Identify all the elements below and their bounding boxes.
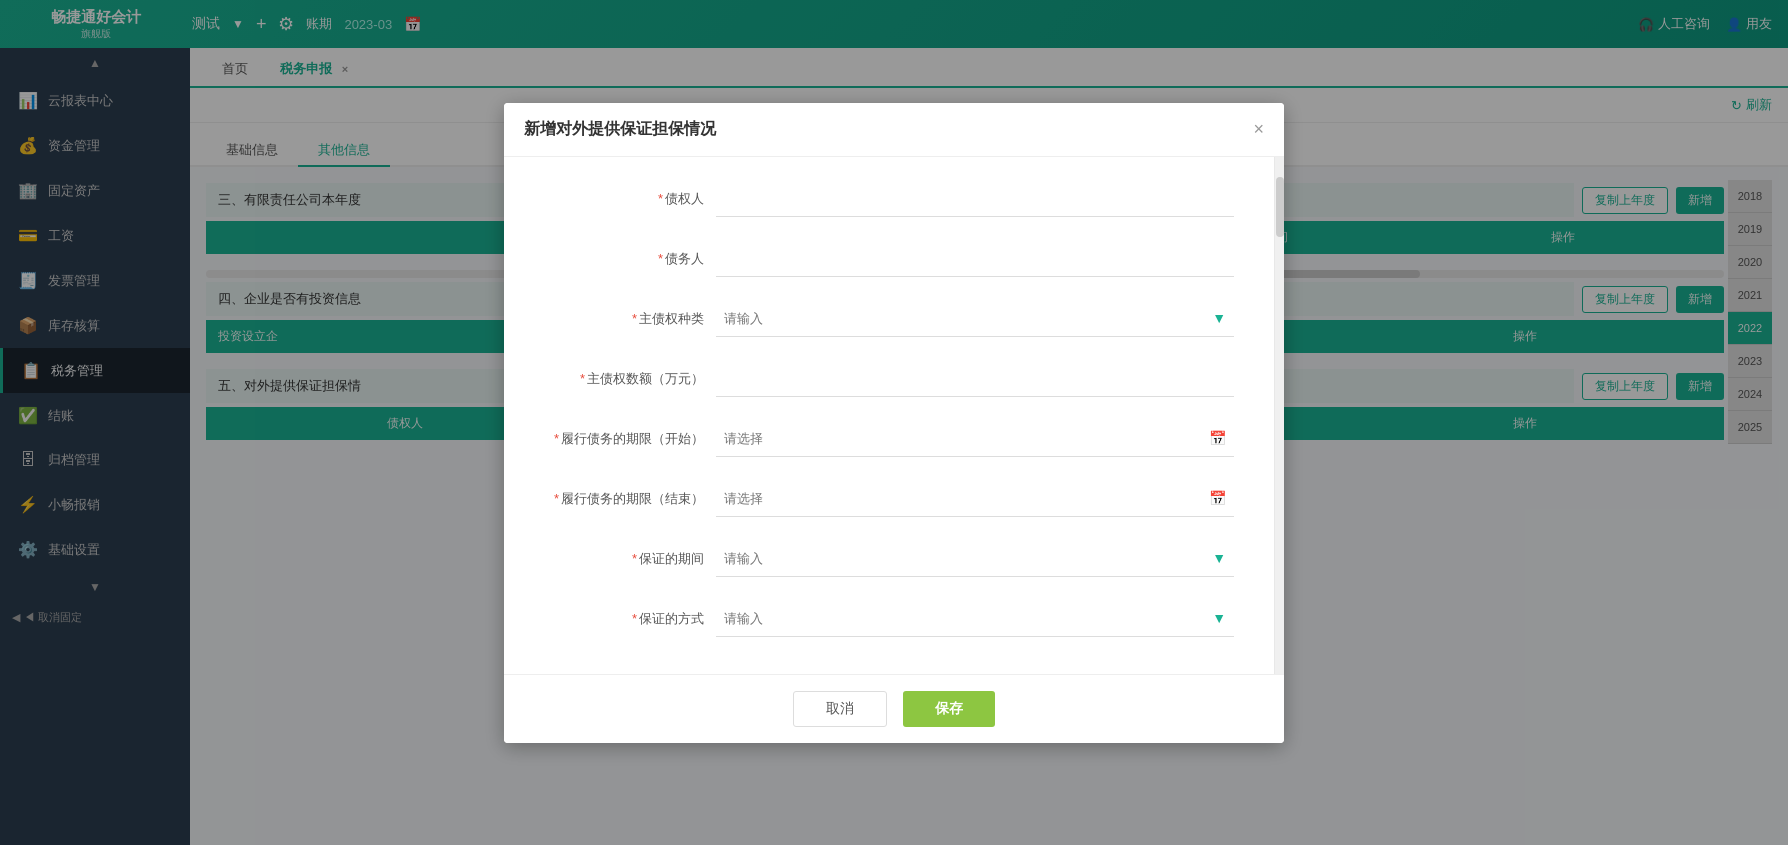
period-start-date[interactable]: 📅 [716,421,1234,457]
modal: 新增对外提供保证担保情况 × *债权人 *债务人 [504,103,1284,743]
modal-scroll-track[interactable] [1274,157,1284,674]
debt-type-input[interactable] [716,307,1212,330]
form-row-guarantee-method: *保证的方式 ▼ [544,601,1234,637]
debt-type-label: *主债权种类 [544,310,704,328]
debt-amount-input[interactable] [716,361,1234,397]
period-end-date[interactable]: 📅 [716,481,1234,517]
modal-close-button[interactable]: × [1253,120,1264,138]
period-end-input[interactable] [716,487,1209,510]
modal-body: *债权人 *债务人 *主债权种类 [504,157,1274,674]
period-end-label: *履行债务的期限（结束） [544,490,704,508]
guarantee-period-select[interactable]: ▼ [716,541,1234,577]
form-row-guarantee-period: *保证的期间 ▼ [544,541,1234,577]
form-row-debt-type: *主债权种类 ▼ [544,301,1234,337]
cancel-button[interactable]: 取消 [793,691,887,727]
period-end-calendar-icon[interactable]: 📅 [1209,490,1234,506]
debtor-input[interactable] [716,241,1234,277]
guarantee-method-label: *保证的方式 [544,610,704,628]
guarantee-method-select[interactable]: ▼ [716,601,1234,637]
form-row-period-start: *履行债务的期限（开始） 📅 [544,421,1234,457]
form-row-debt-amount: *主债权数额（万元） [544,361,1234,397]
guarantee-method-input[interactable] [716,607,1212,630]
form-row-debtor: *债务人 [544,241,1234,277]
guarantee-method-arrow-icon: ▼ [1212,610,1234,626]
guarantee-period-arrow-icon: ▼ [1212,550,1234,566]
guarantee-period-input[interactable] [716,547,1212,570]
modal-overlay[interactable]: 新增对外提供保证担保情况 × *债权人 *债务人 [0,0,1788,845]
guarantee-period-label: *保证的期间 [544,550,704,568]
form-row-period-end: *履行债务的期限（结束） 📅 [544,481,1234,517]
modal-scroll-thumb [1276,177,1284,237]
creditor-input[interactable] [716,181,1234,217]
modal-content-wrapper: *债权人 *债务人 *主债权种类 [504,157,1284,674]
modal-footer: 取消 保存 [504,674,1284,743]
period-start-input[interactable] [716,427,1209,450]
debtor-label: *债务人 [544,250,704,268]
debt-amount-label: *主债权数额（万元） [544,370,704,388]
modal-title: 新增对外提供保证担保情况 [524,119,716,140]
modal-header: 新增对外提供保证担保情况 × [504,103,1284,157]
form-row-creditor: *债权人 [544,181,1234,217]
save-button[interactable]: 保存 [903,691,995,727]
debt-type-select[interactable]: ▼ [716,301,1234,337]
period-start-label: *履行债务的期限（开始） [544,430,704,448]
debt-type-arrow-icon: ▼ [1212,310,1234,326]
creditor-label: *债权人 [544,190,704,208]
period-start-calendar-icon[interactable]: 📅 [1209,430,1234,446]
